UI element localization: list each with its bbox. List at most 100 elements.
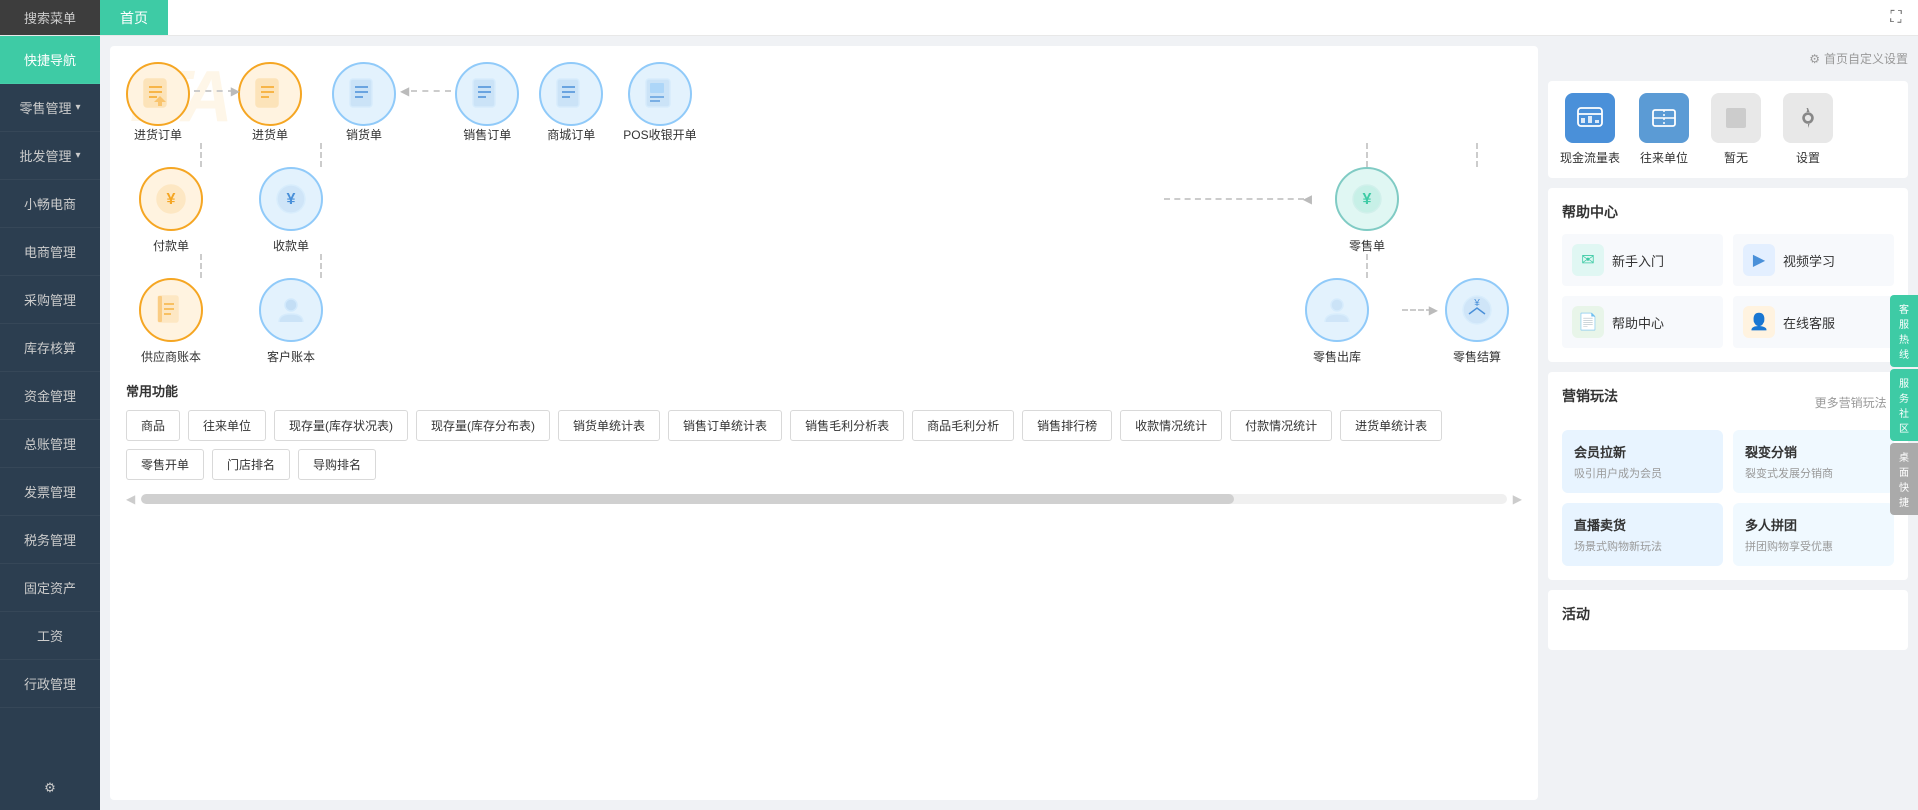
home-tab[interactable]: 首页 xyxy=(100,0,168,35)
scroll-left-arrow[interactable]: ◀ xyxy=(126,492,135,506)
quick-icon-settings[interactable]: 设置 xyxy=(1780,93,1836,166)
flow-node-pos[interactable]: POS收银开单 xyxy=(623,62,696,143)
fullscreen-icon: ⛶ xyxy=(1890,9,1901,27)
sidebar-item-finance[interactable]: 资金管理 xyxy=(0,372,100,420)
gear-icon: ⚙ xyxy=(44,780,56,795)
payment-slip-label: 付款单 xyxy=(153,237,189,254)
help-item-video[interactable]: ▶ 视频学习 xyxy=(1733,234,1894,286)
beginner-label: 新手入门 xyxy=(1612,251,1664,270)
common-function-button[interactable]: 商品 xyxy=(126,410,180,441)
groupbuy-title: 多人拼团 xyxy=(1745,515,1882,534)
online-support-icon: 👤 xyxy=(1743,306,1775,338)
sidebar-item-admin[interactable]: 行政管理 xyxy=(0,660,100,708)
sidebar-item-salary[interactable]: 工资 xyxy=(0,612,100,660)
svg-text:¥: ¥ xyxy=(167,191,176,208)
beginner-icon: ✉ xyxy=(1572,244,1604,276)
sidebar-item-assets[interactable]: 固定资产 xyxy=(0,564,100,612)
sidebar-item-retail[interactable]: 零售管理 ▾ xyxy=(0,84,100,132)
common-function-button[interactable]: 销售订单统计表 xyxy=(668,410,782,441)
retail-settlement-label: 零售结算 xyxy=(1453,348,1501,365)
purchase-slip-label: 进货单 xyxy=(252,126,288,143)
sidebar: 快捷导航 零售管理 ▾ 批发管理 ▾ 小畅电商 电商管理 采购管理 库存核算 资… xyxy=(0,36,100,810)
sidebar-item-label: 库存核算 xyxy=(24,338,76,357)
common-function-button[interactable]: 销售排行榜 xyxy=(1022,410,1112,441)
online-support-label: 在线客服 xyxy=(1783,313,1835,332)
search-menu[interactable]: 搜索菜单 xyxy=(0,0,100,35)
sidebar-item-quicknav[interactable]: 快捷导航 xyxy=(0,36,100,84)
common-function-button[interactable]: 现存量(库存分布表) xyxy=(416,410,550,441)
pos-icon xyxy=(628,62,692,126)
retail-slip-icon: ¥ xyxy=(1335,167,1399,231)
help-center-title: 帮助中心 xyxy=(1562,202,1894,222)
sales-slip-icon xyxy=(332,62,396,126)
sidebar-settings[interactable]: ⚙ xyxy=(0,766,100,810)
sidebar-item-wholesale[interactable]: 批发管理 ▾ xyxy=(0,132,100,180)
quick-icon-units[interactable]: 往来单位 xyxy=(1636,93,1692,166)
flow-node-sales-slip[interactable]: 销货单 xyxy=(332,62,396,143)
sidebar-item-label: 行政管理 xyxy=(24,674,76,693)
workflow-panel: iTA 进货订单 xyxy=(110,46,1538,800)
mall-order-label: 商城订单 xyxy=(547,126,595,143)
membership-title: 会员拉新 xyxy=(1574,442,1711,461)
helpcenter-icon: 📄 xyxy=(1572,306,1604,338)
pos-label: POS收银开单 xyxy=(623,126,696,143)
float-btn-community[interactable]: 服务社区 xyxy=(1890,369,1918,441)
horizontal-scrollbar[interactable]: ◀ ▶ xyxy=(126,492,1522,506)
common-function-button[interactable]: 进货单统计表 xyxy=(1340,410,1442,441)
membership-desc: 吸引用户成为会员 xyxy=(1574,465,1711,481)
float-btn-hotline[interactable]: 客服热线 xyxy=(1890,295,1918,367)
sidebar-item-label: 小畅电商 xyxy=(24,194,76,213)
customize-settings-link[interactable]: ⚙ 首页自定义设置 xyxy=(1548,46,1908,71)
sidebar-item-tax[interactable]: 税务管理 xyxy=(0,516,100,564)
common-function-button[interactable]: 现存量(库存状况表) xyxy=(274,410,408,441)
sidebar-item-label: 工资 xyxy=(37,626,63,645)
more-marketing-link[interactable]: 更多营销玩法 › xyxy=(1815,394,1894,411)
quick-icons-section: 现金流量表 往来单位 暂无 xyxy=(1548,81,1908,178)
units-icon xyxy=(1639,93,1689,143)
svg-text:¥: ¥ xyxy=(1363,191,1372,208)
mall-order-icon xyxy=(539,62,603,126)
help-item-helpcenter[interactable]: 📄 帮助中心 xyxy=(1562,296,1723,348)
marketing-item-fission[interactable]: 裂变分销 裂变式发展分销商 xyxy=(1733,430,1894,493)
sidebar-item-ecommerce-small[interactable]: 小畅电商 xyxy=(0,180,100,228)
common-function-button[interactable]: 导购排名 xyxy=(298,449,376,480)
customer-ledger-icon xyxy=(259,278,323,342)
sales-order-label: 销售订单 xyxy=(463,126,511,143)
common-function-button[interactable]: 往来单位 xyxy=(188,410,266,441)
common-function-button[interactable]: 付款情况统计 xyxy=(1230,410,1332,441)
scroll-right-arrow[interactable]: ▶ xyxy=(1513,492,1522,506)
common-function-button[interactable]: 商品毛利分析 xyxy=(912,410,1014,441)
marketing-title: 营销玩法 xyxy=(1562,386,1618,406)
sidebar-item-inventory[interactable]: 库存核算 xyxy=(0,324,100,372)
video-label: 视频学习 xyxy=(1783,251,1835,270)
cashflow-label: 现金流量表 xyxy=(1560,149,1620,166)
common-function-button[interactable]: 门店排名 xyxy=(212,449,290,480)
common-function-button[interactable]: 零售开单 xyxy=(126,449,204,480)
fullscreen-button[interactable]: ⛶ xyxy=(1882,4,1910,32)
activities-section: 活动 xyxy=(1548,590,1908,650)
flow-node-mall-order[interactable]: 商城订单 xyxy=(539,62,603,143)
quick-icon-cashflow[interactable]: 现金流量表 xyxy=(1560,93,1620,166)
flow-node-purchase-slip[interactable]: 进货单 xyxy=(238,62,302,143)
common-functions: 常用功能 商品往来单位现存量(库存状况表)现存量(库存分布表)销货单统计表销售订… xyxy=(126,381,1522,480)
help-item-online-support[interactable]: 👤 在线客服 xyxy=(1733,296,1894,348)
marketing-item-livestream[interactable]: 直播卖货 场景式购物新玩法 xyxy=(1562,503,1723,566)
marketing-item-membership[interactable]: 会员拉新 吸引用户成为会员 xyxy=(1562,430,1723,493)
marketing-item-groupbuy[interactable]: 多人拼团 拼团购物享受优惠 xyxy=(1733,503,1894,566)
sidebar-item-invoice[interactable]: 发票管理 xyxy=(0,468,100,516)
flow-node-sales-order[interactable]: 销售订单 xyxy=(455,62,519,143)
common-function-button[interactable]: 收款情况统计 xyxy=(1120,410,1222,441)
sidebar-item-ledger[interactable]: 总账管理 xyxy=(0,420,100,468)
sidebar-item-label: 电商管理 xyxy=(24,242,76,261)
flow-node-purchase-order[interactable]: 进货订单 xyxy=(126,62,190,143)
float-btn-desktop[interactable]: 桌面快捷 xyxy=(1890,443,1918,515)
common-function-button[interactable]: 销售毛利分析表 xyxy=(790,410,904,441)
common-function-button[interactable]: 销货单统计表 xyxy=(558,410,660,441)
gear-icon: ⚙ xyxy=(1809,52,1820,66)
help-center-section: 帮助中心 ✉ 新手入门 ▶ 视频学习 📄 帮助中心 xyxy=(1548,188,1908,362)
floating-buttons: 客服热线 服务社区 桌面快捷 xyxy=(1890,295,1918,515)
sidebar-item-ecommerce[interactable]: 电商管理 xyxy=(0,228,100,276)
sidebar-item-purchase[interactable]: 采购管理 xyxy=(0,276,100,324)
help-item-beginner[interactable]: ✉ 新手入门 xyxy=(1562,234,1723,286)
purchase-order-icon xyxy=(126,62,190,126)
